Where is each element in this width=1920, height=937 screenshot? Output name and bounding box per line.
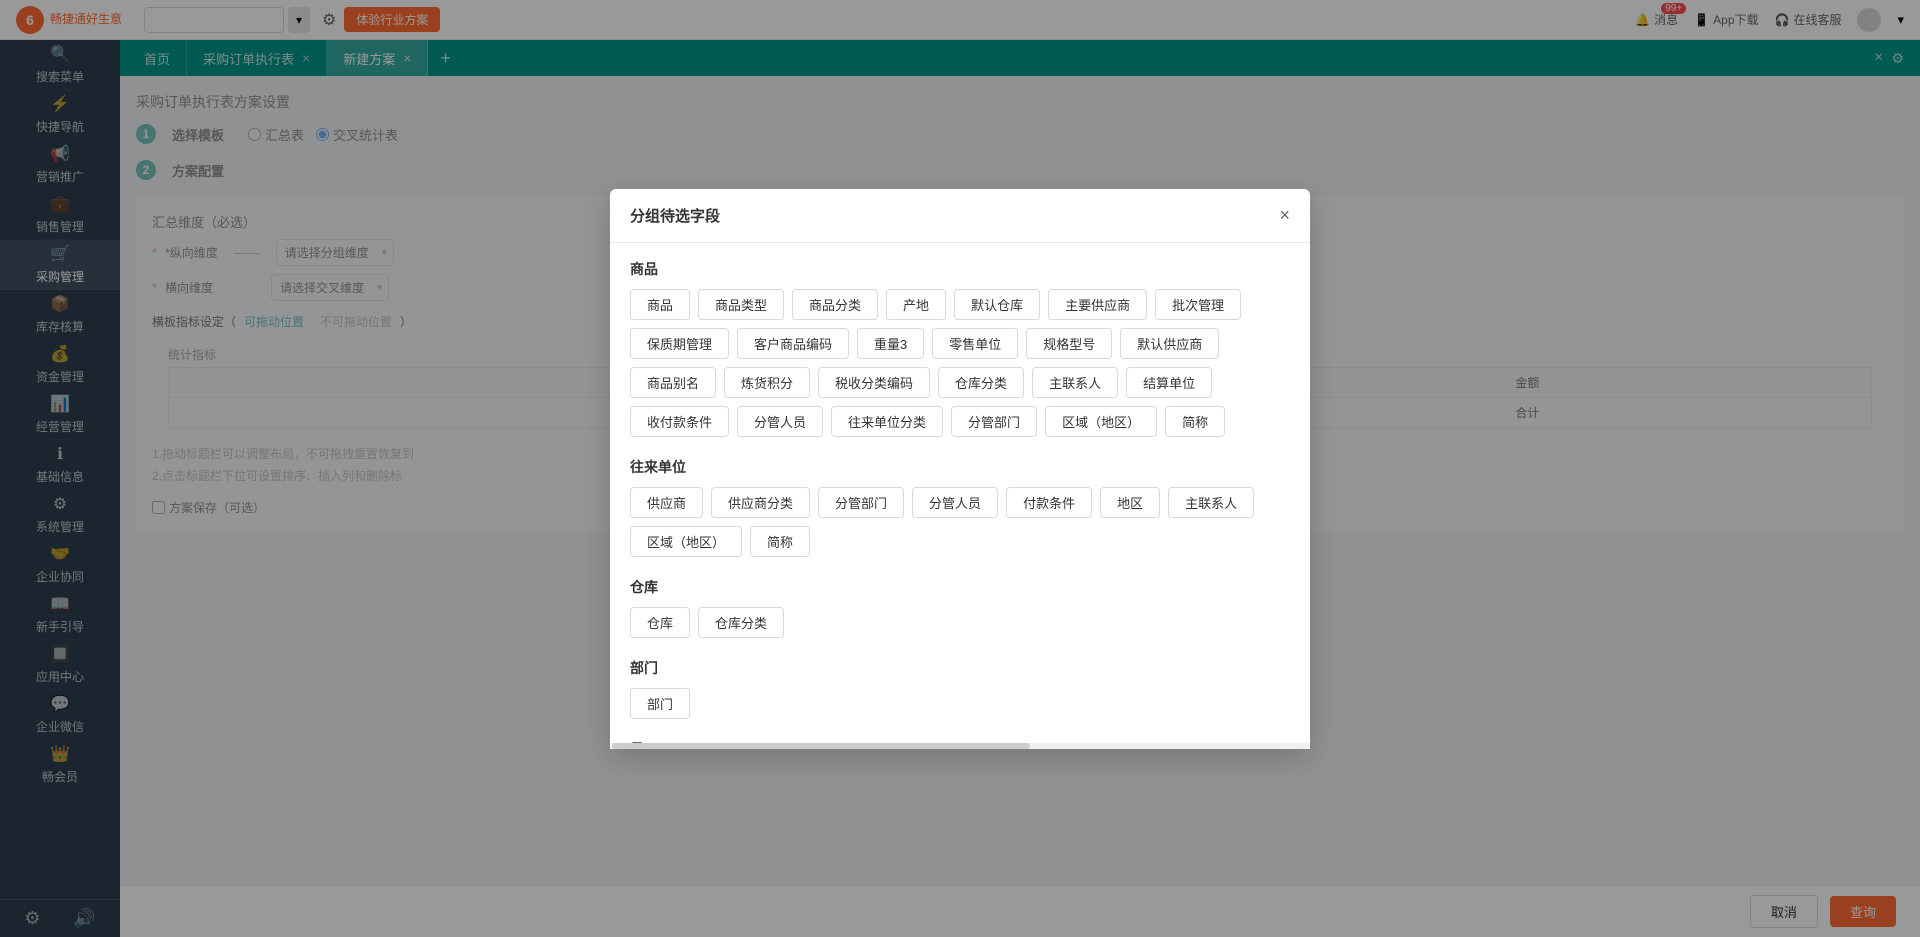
field-tag-product-17[interactable]: 仓库分类 (938, 367, 1024, 398)
field-tag-product-14[interactable]: 商品别名 (630, 367, 716, 398)
field-tag-warehouse-2[interactable]: 仓库分类 (698, 607, 784, 638)
modal-body[interactable]: 商品 商品 商品类型 商品分类 产地 默认仓库 主要供应商 批次管理 保质期管理… (610, 243, 1310, 743)
field-tag-partner-7[interactable]: 主联系人 (1168, 487, 1254, 518)
modal-hscroll-thumb[interactable] (612, 743, 1030, 749)
field-group-dept: 部门 部门 (630, 658, 1290, 719)
field-tag-product-15[interactable]: 炼货积分 (724, 367, 810, 398)
field-group-dept-title: 部门 (630, 658, 1290, 678)
field-tag-partner-9[interactable]: 简称 (750, 526, 810, 557)
modal-title: 分组待选字段 (630, 205, 720, 226)
field-tag-product-3[interactable]: 商品分类 (792, 289, 878, 320)
field-group-product: 商品 商品 商品类型 商品分类 产地 默认仓库 主要供应商 批次管理 保质期管理… (630, 259, 1290, 437)
field-tag-partner-1[interactable]: 供应商 (630, 487, 703, 518)
field-tag-partner-3[interactable]: 分管部门 (818, 487, 904, 518)
field-tags-partner: 供应商 供应商分类 分管部门 分管人员 付款条件 地区 主联系人 区域（地区） … (630, 487, 1290, 557)
field-tag-partner-8[interactable]: 区域（地区） (630, 526, 742, 557)
field-tag-product-19[interactable]: 结算单位 (1126, 367, 1212, 398)
field-tag-partner-6[interactable]: 地区 (1100, 487, 1160, 518)
modal-close-btn[interactable]: × (1279, 205, 1290, 226)
field-select-modal: 分组待选字段 × 商品 商品 商品类型 商品分类 产地 默认仓库 主要供应商 批… (610, 189, 1310, 749)
field-group-warehouse-title: 仓库 (630, 577, 1290, 597)
field-tag-product-24[interactable]: 区域（地区） (1045, 406, 1157, 437)
field-tag-product-11[interactable]: 零售单位 (932, 328, 1018, 359)
field-tag-product-22[interactable]: 往来单位分类 (831, 406, 943, 437)
modal-header: 分组待选字段 × (610, 189, 1310, 243)
field-group-partner: 往来单位 供应商 供应商分类 分管部门 分管人员 付款条件 地区 主联系人 区域… (630, 457, 1290, 557)
field-tag-product-7[interactable]: 批次管理 (1155, 289, 1241, 320)
field-tag-product-8[interactable]: 保质期管理 (630, 328, 729, 359)
field-tag-partner-5[interactable]: 付款条件 (1006, 487, 1092, 518)
modal-horizontal-scrollbar[interactable] (610, 743, 1310, 749)
field-tag-product-23[interactable]: 分管部门 (951, 406, 1037, 437)
field-group-warehouse: 仓库 仓库 仓库分类 (630, 577, 1290, 638)
modal-overlay: 分组待选字段 × 商品 商品 商品类型 商品分类 产地 默认仓库 主要供应商 批… (0, 0, 1920, 937)
field-tag-product-9[interactable]: 客户商品编码 (737, 328, 849, 359)
field-tag-product-2[interactable]: 商品类型 (698, 289, 784, 320)
field-tag-product-6[interactable]: 主要供应商 (1048, 289, 1147, 320)
field-tag-product-1[interactable]: 商品 (630, 289, 690, 320)
field-tag-product-13[interactable]: 默认供应商 (1120, 328, 1219, 359)
field-tag-product-25[interactable]: 简称 (1165, 406, 1225, 437)
field-tag-product-18[interactable]: 主联系人 (1032, 367, 1118, 398)
field-tag-product-16[interactable]: 税收分类编码 (818, 367, 930, 398)
field-tag-dept-1[interactable]: 部门 (630, 688, 690, 719)
field-tag-product-5[interactable]: 默认仓库 (954, 289, 1040, 320)
field-tags-product: 商品 商品类型 商品分类 产地 默认仓库 主要供应商 批次管理 保质期管理 客户… (630, 289, 1290, 437)
field-tags-dept: 部门 (630, 688, 1290, 719)
field-tag-partner-4[interactable]: 分管人员 (912, 487, 998, 518)
field-tag-product-10[interactable]: 重量3 (857, 328, 924, 359)
field-group-product-title: 商品 (630, 259, 1290, 279)
field-tag-product-20[interactable]: 收付款条件 (630, 406, 729, 437)
field-tag-partner-2[interactable]: 供应商分类 (711, 487, 810, 518)
field-tags-warehouse: 仓库 仓库分类 (630, 607, 1290, 638)
field-tag-warehouse-1[interactable]: 仓库 (630, 607, 690, 638)
field-tag-product-12[interactable]: 规格型号 (1026, 328, 1112, 359)
field-group-partner-title: 往来单位 (630, 457, 1290, 477)
field-tag-product-4[interactable]: 产地 (886, 289, 946, 320)
field-tag-product-21[interactable]: 分管人员 (737, 406, 823, 437)
